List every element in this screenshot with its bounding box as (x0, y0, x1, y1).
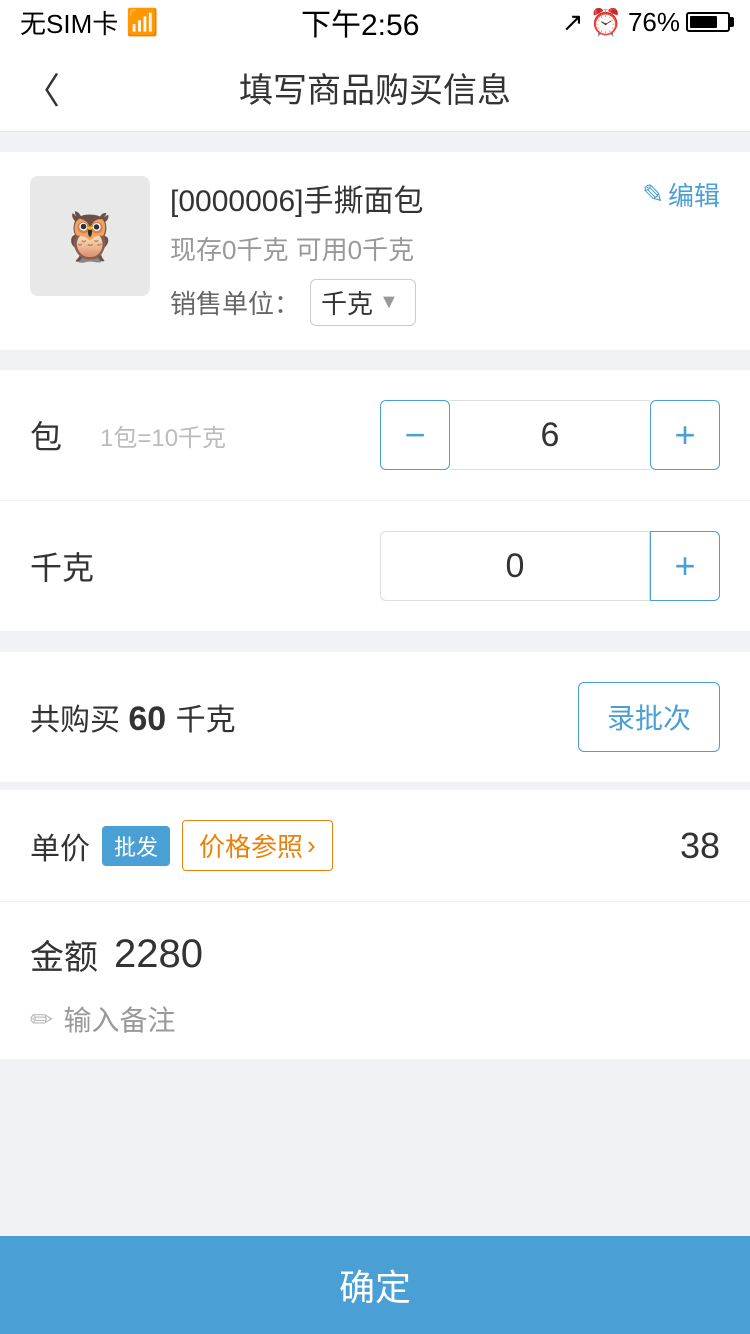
summary-section: 共购买 60 千克 录批次 (0, 652, 750, 790)
product-header: [0000006]手撕面包 ✎ 编辑 (170, 176, 720, 220)
qty-minus-button[interactable]: − (380, 400, 450, 470)
status-left: 无SIM卡 📶 (20, 4, 159, 41)
qty-hint-bag: 1包=10千克 (100, 418, 380, 453)
product-image: 🦉 (30, 176, 150, 296)
status-right: ↗ ⏰ 76% (562, 7, 730, 38)
page-title: 填写商品购买信息 (239, 63, 511, 112)
qty-plus-kg-button[interactable]: + (650, 531, 720, 601)
qty-control-bag: − + (380, 400, 720, 470)
bottom-spacer (0, 1059, 750, 1169)
location-icon: ↗ (562, 7, 584, 38)
battery-bar (686, 12, 730, 32)
back-button[interactable]: 〈 (24, 62, 60, 114)
product-unit-row: 销售单位： 千克 ▼ (170, 279, 720, 326)
qty-label-bag: 包 (30, 412, 90, 458)
edit-icon: ✎ (642, 179, 664, 210)
amount-section: 金额 2280 ✏ 输入备注 (0, 902, 750, 1059)
price-ref-button[interactable]: 价格参照 › (182, 820, 333, 871)
price-ref-arrow-icon: › (307, 830, 316, 861)
note-placeholder: 输入备注 (63, 999, 175, 1039)
summary-prefix: 共购买 (30, 704, 120, 737)
edit-button[interactable]: ✎ 编辑 (642, 176, 720, 213)
qty-input-kg[interactable] (380, 531, 650, 601)
alarm-icon: ⏰ (590, 7, 622, 38)
battery-percent: 76% (628, 7, 680, 38)
qty-row-kg: 千克 + (0, 501, 750, 632)
nav-bar: 〈 填写商品购买信息 (0, 44, 750, 132)
wifi-icon: 📶 (126, 7, 158, 38)
note-row[interactable]: ✏ 输入备注 (30, 999, 720, 1039)
qty-row-bag: 包 1包=10千克 − + (0, 370, 750, 501)
unit-label: 销售单位： (170, 284, 300, 321)
product-name: [0000006]手撕面包 (170, 176, 642, 220)
product-info: [0000006]手撕面包 ✎ 编辑 现存0千克 可用0千克 销售单位： 千克 … (170, 176, 720, 326)
amount-value: 2280 (114, 932, 203, 977)
time-label: 下午2:56 (301, 0, 419, 44)
qty-plus-button[interactable]: + (650, 400, 720, 470)
edit-label: 编辑 (668, 176, 720, 213)
price-section: 单价 批发 价格参照 › 38 (0, 790, 750, 902)
price-value: 38 (680, 825, 720, 867)
product-section: 🦉 [0000006]手撕面包 ✎ 编辑 现存0千克 可用0千克 销售单位： 千… (0, 152, 750, 350)
confirm-button[interactable]: 确定 (0, 1236, 750, 1334)
summary-qty: 60 (128, 700, 175, 738)
product-stock: 现存0千克 可用0千克 (170, 230, 720, 267)
price-ref-label: 价格参照 (199, 827, 303, 864)
summary-unit: 千克 (176, 704, 236, 737)
qty-label-kg: 千克 (30, 543, 94, 589)
status-bar: 无SIM卡 📶 下午2:56 ↗ ⏰ 76% (0, 0, 750, 44)
qty-input-bag[interactable] (450, 400, 650, 470)
note-icon: ✏ (30, 1003, 53, 1036)
unit-value: 千克 (321, 284, 373, 321)
amount-label: 金额 (30, 930, 98, 979)
summary-text: 共购买 60 千克 (30, 695, 236, 739)
price-tag: 批发 (102, 826, 170, 866)
battery-fill (690, 16, 717, 28)
batch-button[interactable]: 录批次 (578, 682, 720, 752)
unit-select[interactable]: 千克 ▼ (310, 279, 416, 326)
chevron-down-icon: ▼ (379, 291, 399, 314)
qty-control-kg: + (380, 531, 720, 601)
product-logo-icon: 🦉 (60, 208, 120, 265)
carrier-label: 无SIM卡 (20, 4, 118, 41)
qty-section: 包 1包=10千克 − + 千克 + (0, 370, 750, 632)
amount-row: 金额 2280 (30, 930, 720, 979)
price-label: 单价 (30, 824, 90, 868)
